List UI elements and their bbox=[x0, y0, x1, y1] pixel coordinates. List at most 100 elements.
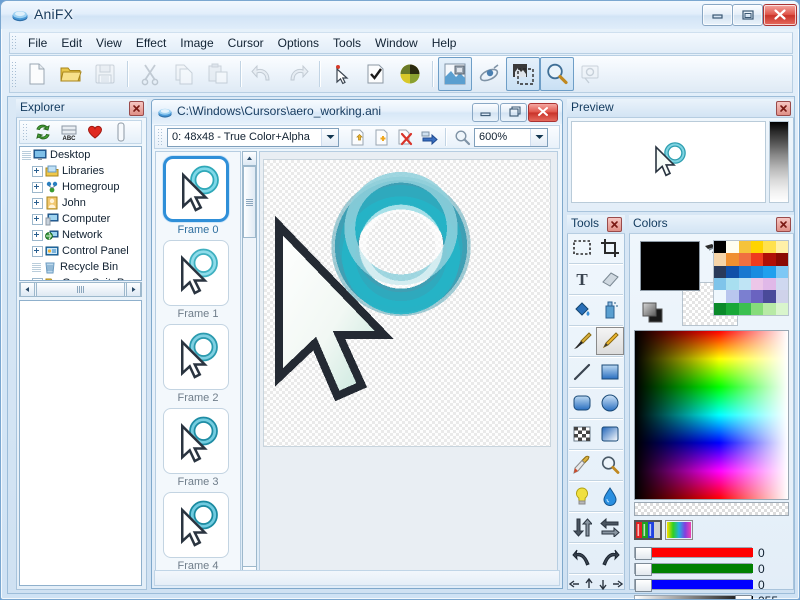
rotate-right-icon[interactable] bbox=[596, 544, 624, 572]
rgb-mode-icon[interactable] bbox=[634, 520, 662, 540]
menu-window[interactable]: Window bbox=[368, 34, 425, 52]
menu-effect[interactable]: Effect bbox=[129, 34, 173, 52]
bulb-icon[interactable] bbox=[568, 482, 596, 510]
eraser-icon[interactable] bbox=[596, 265, 624, 293]
screen-capture-icon[interactable] bbox=[574, 57, 608, 91]
palette-swatch[interactable] bbox=[714, 266, 726, 278]
undo-arrow-icon[interactable] bbox=[246, 57, 280, 91]
palette-swatch[interactable] bbox=[714, 303, 726, 315]
magnifier-icon[interactable] bbox=[540, 57, 574, 91]
tree-item-desktop[interactable]: Desktop bbox=[20, 147, 141, 163]
colors-close-icon[interactable] bbox=[776, 217, 791, 232]
palette-swatch[interactable] bbox=[739, 266, 751, 278]
gradient-icon[interactable] bbox=[596, 420, 624, 448]
frames-scroll-thumb[interactable] bbox=[243, 166, 256, 238]
selection-icon[interactable] bbox=[506, 57, 540, 91]
canvas-area[interactable] bbox=[259, 151, 558, 581]
rectangle-icon[interactable] bbox=[596, 358, 624, 386]
new-image-icon[interactable] bbox=[369, 126, 393, 148]
palette-swatch[interactable] bbox=[751, 241, 763, 253]
abc-sort-icon[interactable]: ABC bbox=[56, 121, 82, 143]
palette-swatch[interactable] bbox=[751, 290, 763, 302]
green-slider-track[interactable] bbox=[634, 563, 752, 574]
palette-swatch[interactable] bbox=[776, 253, 788, 265]
explorer-close-icon[interactable] bbox=[129, 101, 144, 116]
cursor-pointer-icon[interactable] bbox=[325, 57, 359, 91]
copy-pages-icon[interactable] bbox=[167, 57, 201, 91]
effects-comet-icon[interactable] bbox=[472, 57, 506, 91]
palette-swatch[interactable] bbox=[751, 266, 763, 278]
document-close-button[interactable] bbox=[528, 103, 558, 122]
tree-item-control-panel[interactable]: Control Panel bbox=[20, 243, 141, 259]
export-image-icon[interactable] bbox=[417, 126, 441, 148]
hsv-color-field[interactable] bbox=[634, 330, 789, 500]
image-editor-icon[interactable] bbox=[438, 57, 472, 91]
hsv-mode-icon[interactable] bbox=[665, 520, 693, 540]
explorer-file-list[interactable] bbox=[19, 300, 142, 586]
zoom-out-icon[interactable] bbox=[450, 126, 474, 148]
toolbar-grip[interactable] bbox=[11, 61, 18, 87]
blue-slider[interactable]: 0 bbox=[634, 578, 791, 591]
palette-swatch[interactable] bbox=[763, 290, 775, 302]
blue-slider-knob[interactable] bbox=[635, 579, 652, 592]
palette-swatch[interactable] bbox=[751, 253, 763, 265]
palette-swatch[interactable] bbox=[714, 290, 726, 302]
window-minimize-button[interactable] bbox=[702, 4, 733, 26]
explorer-tree[interactable]: Desktop Libraries Homegr bbox=[19, 146, 142, 281]
palette-swatch[interactable] bbox=[776, 303, 788, 315]
tree-item-john[interactable]: John bbox=[20, 195, 141, 211]
palette-swatch[interactable] bbox=[739, 303, 751, 315]
red-slider[interactable]: 0 bbox=[634, 546, 791, 559]
menu-image[interactable]: Image bbox=[173, 34, 220, 52]
menu-tools[interactable]: Tools bbox=[326, 34, 368, 52]
frame-item[interactable]: Frame 4 bbox=[163, 492, 233, 572]
tree-item-computer[interactable]: Computer bbox=[20, 211, 141, 227]
document-minimize-button[interactable] bbox=[472, 103, 499, 122]
favorites-heart-icon[interactable] bbox=[82, 121, 108, 143]
palette-swatch[interactable] bbox=[776, 278, 788, 290]
palette-swatch[interactable] bbox=[726, 241, 738, 253]
text-icon[interactable]: T bbox=[568, 265, 596, 293]
nudge-left-icon[interactable] bbox=[568, 575, 582, 593]
palette-swatch[interactable] bbox=[739, 253, 751, 265]
alpha-strip[interactable] bbox=[634, 502, 789, 516]
palette-swatch[interactable] bbox=[751, 278, 763, 290]
frames-scrollbar[interactable] bbox=[242, 151, 257, 581]
menubar-grip[interactable] bbox=[11, 35, 18, 51]
color-wheel-icon[interactable] bbox=[393, 57, 427, 91]
scroll-right-arrow-icon[interactable] bbox=[126, 282, 141, 297]
tree-expander-plus[interactable] bbox=[32, 214, 43, 225]
paste-clipboard-icon[interactable] bbox=[201, 57, 235, 91]
red-slider-track[interactable] bbox=[634, 547, 752, 558]
pencil-icon[interactable] bbox=[596, 327, 624, 355]
frame-item[interactable]: Frame 0 bbox=[163, 156, 233, 236]
chevron-down-icon[interactable] bbox=[321, 129, 338, 146]
palette-swatch[interactable] bbox=[726, 290, 738, 302]
tree-expander-plus[interactable] bbox=[32, 278, 43, 282]
menu-view[interactable]: View bbox=[89, 34, 129, 52]
rounded-rect-icon[interactable] bbox=[568, 389, 596, 417]
tree-expander-plus[interactable] bbox=[32, 198, 43, 209]
palette-swatch[interactable] bbox=[776, 241, 788, 253]
tree-item-libraries[interactable]: Libraries bbox=[20, 163, 141, 179]
rotate-left-icon[interactable] bbox=[568, 544, 596, 572]
magnifier-tool-icon[interactable] bbox=[596, 451, 624, 479]
scroll-thumb[interactable] bbox=[36, 282, 125, 297]
menu-help[interactable]: Help bbox=[425, 34, 464, 52]
rectangle-select-icon[interactable] bbox=[568, 234, 596, 262]
palette-swatch[interactable] bbox=[751, 303, 763, 315]
palette-swatch[interactable] bbox=[763, 303, 775, 315]
refresh-icon[interactable] bbox=[30, 121, 56, 143]
brush-icon[interactable] bbox=[568, 327, 596, 355]
flip-vertical-icon[interactable] bbox=[568, 513, 596, 541]
blue-slider-track[interactable] bbox=[634, 579, 752, 590]
preview-canvas[interactable] bbox=[571, 121, 766, 203]
document-toolbar-grip[interactable] bbox=[157, 128, 163, 146]
foreground-color-swatch[interactable] bbox=[640, 241, 700, 291]
redo-arrow-icon[interactable] bbox=[280, 57, 314, 91]
palette-swatch[interactable] bbox=[714, 253, 726, 265]
save-disk-icon[interactable] bbox=[88, 57, 122, 91]
explorer-toolbar-grip[interactable] bbox=[22, 123, 28, 141]
pixel-canvas[interactable] bbox=[263, 159, 551, 447]
palette-swatch[interactable] bbox=[739, 241, 751, 253]
